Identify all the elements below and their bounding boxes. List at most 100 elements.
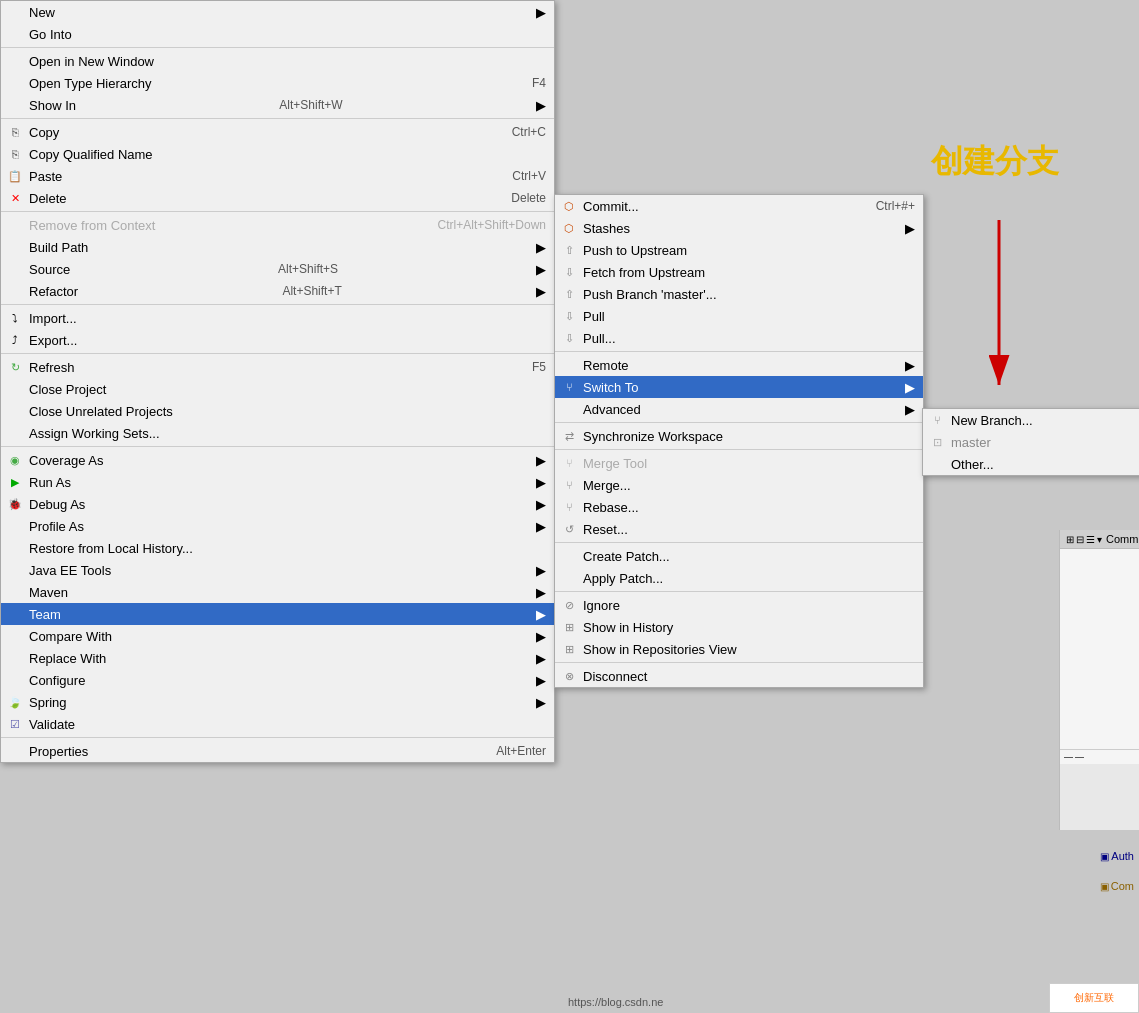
toolbar-btn-3[interactable]: ☰ xyxy=(1086,534,1095,545)
sync-workspace-icon: ⇄ xyxy=(561,428,577,444)
menu-item-switch-to[interactable]: ⑂ Switch To ▶ xyxy=(555,376,923,398)
menu-item-paste[interactable]: 📋 Paste Ctrl+V xyxy=(1,165,554,187)
menu-item-refresh[interactable]: ↻ Refresh F5 xyxy=(1,356,554,378)
switch-to-icon: ⑂ xyxy=(561,379,577,395)
com-row: ▣ Com xyxy=(1100,880,1134,892)
team-arrow: ▶ xyxy=(526,607,546,622)
menu-item-open-new-window[interactable]: Open in New Window xyxy=(1,50,554,72)
menu-item-restore-local[interactable]: Restore from Local History... xyxy=(1,537,554,559)
replace-with-arrow: ▶ xyxy=(526,651,546,666)
show-history-label: Show in History xyxy=(583,620,673,635)
validate-icon: ☑ xyxy=(7,716,23,732)
menu-item-delete[interactable]: ✕ Delete Delete xyxy=(1,187,554,209)
menu-item-push-branch[interactable]: ⇧ Push Branch 'master'... xyxy=(555,283,923,305)
commit-label: Commit... xyxy=(583,199,639,214)
switch-to-arrow: ▶ xyxy=(895,380,915,395)
menu-item-run-as[interactable]: ▶ Run As ▶ xyxy=(1,471,554,493)
menu-item-replace-with[interactable]: Replace With ▶ xyxy=(1,647,554,669)
menu-item-close-unrelated[interactable]: Close Unrelated Projects xyxy=(1,400,554,422)
menu-item-apply-patch[interactable]: Apply Patch... xyxy=(555,567,923,589)
menu-item-stashes[interactable]: ⬡ Stashes ▶ xyxy=(555,217,923,239)
disconnect-label: Disconnect xyxy=(583,669,647,684)
menu-item-source[interactable]: Source Alt+Shift+S ▶ xyxy=(1,258,554,280)
menu-item-team[interactable]: Team ▶ xyxy=(1,603,554,625)
team-submenu: ⬡ Commit... Ctrl+#+ ⬡ Stashes ▶ ⇧ Push t… xyxy=(554,194,924,688)
toolbar-btn-4[interactable]: ▾ xyxy=(1097,534,1102,545)
comm-header: ⊞ ⊟ ☰ ▾ Comm xyxy=(1060,530,1139,549)
menu-item-coverage-as[interactable]: ◉ Coverage As ▶ xyxy=(1,449,554,471)
menu-item-compare-with[interactable]: Compare With ▶ xyxy=(1,625,554,647)
menu-item-ignore[interactable]: ⊘ Ignore xyxy=(555,594,923,616)
menu-item-advanced[interactable]: Advanced ▶ xyxy=(555,398,923,420)
menu-item-import[interactable]: ⤵ Import... xyxy=(1,307,554,329)
com-label: Com xyxy=(1111,880,1134,892)
menu-item-debug-as[interactable]: 🐞 Debug As ▶ xyxy=(1,493,554,515)
push-upstream-label: Push to Upstream xyxy=(583,243,687,258)
menu-item-show-repos[interactable]: ⊞ Show in Repositories View xyxy=(555,638,923,660)
stashes-arrow: ▶ xyxy=(895,221,915,236)
new-label: New xyxy=(29,5,55,20)
menu-item-new[interactable]: New ▶ xyxy=(1,1,554,23)
menu-item-merge-tool: ⑂ Merge Tool xyxy=(555,452,923,474)
toolbar-btn-2[interactable]: ⊟ xyxy=(1076,534,1084,545)
menu-item-configure[interactable]: Configure ▶ xyxy=(1,669,554,691)
pull-icon: ⇩ xyxy=(561,308,577,324)
menu-item-push-upstream[interactable]: ⇧ Push to Upstream xyxy=(555,239,923,261)
menu-item-merge[interactable]: ⑂ Merge... xyxy=(555,474,923,496)
debug-icon: 🐞 xyxy=(7,496,23,512)
logo-text: 创新互联 xyxy=(1074,991,1114,1005)
menu-item-show-history[interactable]: ⊞ Show in History xyxy=(555,616,923,638)
chuangxin-logo: 创新互联 xyxy=(1049,983,1139,1013)
delete-shortcut: Delete xyxy=(491,191,546,205)
menu-item-java-ee-tools[interactable]: Java EE Tools ▶ xyxy=(1,559,554,581)
menu-item-sync-workspace[interactable]: ⇄ Synchronize Workspace xyxy=(555,425,923,447)
menu-item-rebase[interactable]: ⑂ Rebase... xyxy=(555,496,923,518)
primary-context-menu: New ▶ Go Into Open in New Window Open Ty… xyxy=(0,0,555,763)
menu-item-open-type-hierarchy[interactable]: Open Type Hierarchy F4 xyxy=(1,72,554,94)
menu-item-spring[interactable]: 🍃 Spring ▶ xyxy=(1,691,554,713)
csdn-url: https://blog.csdn.ne xyxy=(568,996,663,1008)
menu-item-pull-dots[interactable]: ⇩ Pull... xyxy=(555,327,923,349)
menu-item-validate[interactable]: ☑ Validate xyxy=(1,713,554,735)
menu-item-copy-qualified[interactable]: ⎘ Copy Qualified Name xyxy=(1,143,554,165)
menu-item-commit[interactable]: ⬡ Commit... Ctrl+#+ xyxy=(555,195,923,217)
menu-item-refactor[interactable]: Refactor Alt+Shift+T ▶ xyxy=(1,280,554,302)
menu-item-disconnect[interactable]: ⊗ Disconnect xyxy=(555,665,923,687)
stashes-label: Stashes xyxy=(583,221,630,236)
comm-resize: — — xyxy=(1060,749,1139,764)
build-path-arrow: ▶ xyxy=(526,240,546,255)
team-label: Team xyxy=(29,607,61,622)
menu-item-export[interactable]: ⤴ Export... xyxy=(1,329,554,351)
menu-item-fetch-upstream[interactable]: ⇩ Fetch from Upstream xyxy=(555,261,923,283)
separator xyxy=(1,353,554,354)
menu-item-properties[interactable]: Properties Alt+Enter xyxy=(1,740,554,762)
coverage-as-label: Coverage As xyxy=(29,453,103,468)
menu-item-pull[interactable]: ⇩ Pull xyxy=(555,305,923,327)
fetch-upstream-icon: ⇩ xyxy=(561,264,577,280)
menu-item-profile-as[interactable]: Profile As ▶ xyxy=(1,515,554,537)
copy-qualified-icon: ⎘ xyxy=(7,146,23,162)
menu-item-copy[interactable]: ⎘ Copy Ctrl+C xyxy=(1,121,554,143)
menu-item-go-into[interactable]: Go Into xyxy=(1,23,554,45)
menu-item-show-in[interactable]: Show In Alt+Shift+W ▶ xyxy=(1,94,554,116)
toolbar-btn-1[interactable]: ⊞ xyxy=(1066,534,1074,545)
menu-item-create-patch[interactable]: Create Patch... xyxy=(555,545,923,567)
menu-item-build-path[interactable]: Build Path ▶ xyxy=(1,236,554,258)
remote-label: Remote xyxy=(583,358,629,373)
menu-item-maven[interactable]: Maven ▶ xyxy=(1,581,554,603)
close-project-label: Close Project xyxy=(29,382,106,397)
menu-item-reset[interactable]: ↺ Reset... xyxy=(555,518,923,540)
menu-item-close-project[interactable]: Close Project xyxy=(1,378,554,400)
menu-item-other[interactable]: Other... xyxy=(923,453,1139,475)
other-label: Other... xyxy=(951,457,994,472)
menu-item-assign-working[interactable]: Assign Working Sets... xyxy=(1,422,554,444)
disconnect-icon: ⊗ xyxy=(561,668,577,684)
spring-arrow: ▶ xyxy=(526,695,546,710)
push-branch-icon: ⇧ xyxy=(561,286,577,302)
menu-item-remote[interactable]: Remote ▶ xyxy=(555,354,923,376)
comm-content xyxy=(1060,549,1139,749)
show-repos-label: Show in Repositories View xyxy=(583,642,737,657)
source-shortcut: Alt+Shift+S xyxy=(258,262,338,276)
menu-item-new-branch[interactable]: ⑂ New Branch... xyxy=(923,409,1139,431)
advanced-arrow: ▶ xyxy=(895,402,915,417)
